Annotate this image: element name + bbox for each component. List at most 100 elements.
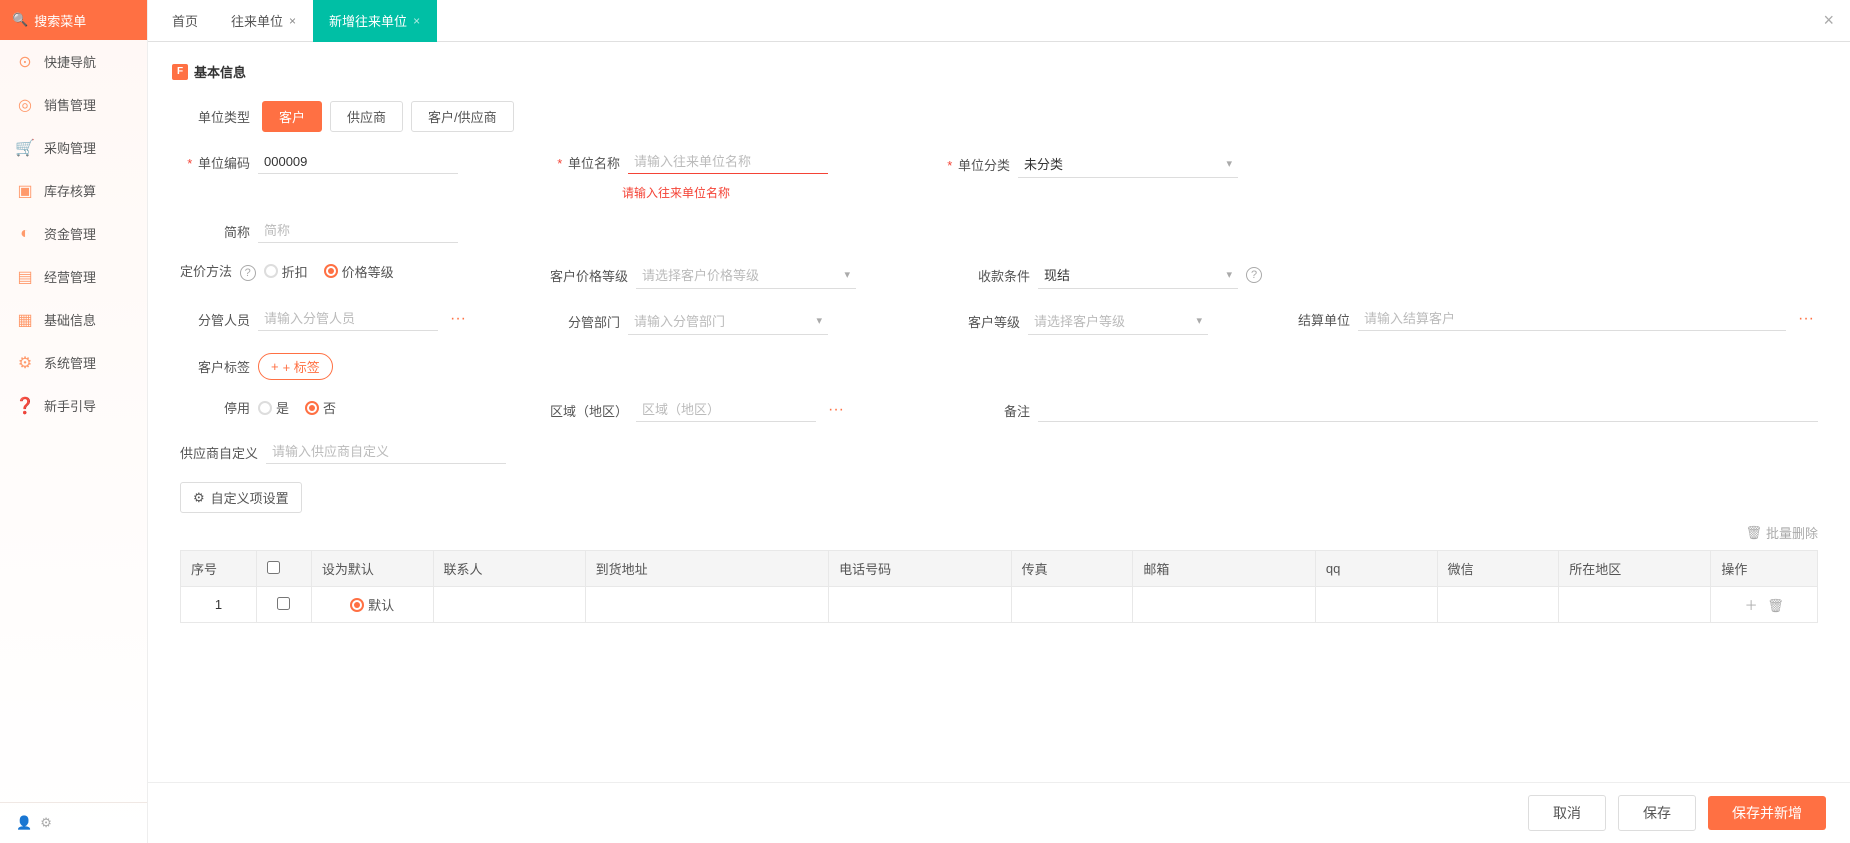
unit-code-input[interactable] <box>258 150 458 174</box>
th-region: 所在地区 <box>1559 551 1711 587</box>
remark-input[interactable] <box>1038 398 1818 422</box>
sidebar: 🔍 搜索菜单 ⊙ 快捷导航 ◎ 销售管理 🛒 采购管理 ▣ 库存核算 ◐ 资金管… <box>0 0 148 843</box>
custom-settings-button[interactable]: ⚙ 自定义项设置 <box>180 482 302 513</box>
add-tag-button[interactable]: + + 标签 <box>258 353 333 380</box>
sidebar-item-finance[interactable]: ◐ 资金管理 <box>0 212 147 255</box>
sidebar-item-purchase[interactable]: 🛒 采购管理 <box>0 126 147 169</box>
payment-terms-select[interactable]: 现结 ▾ <box>1038 261 1238 289</box>
customer-level-select[interactable]: 请选择客户等级 ▾ <box>1028 307 1208 335</box>
th-action: 操作 <box>1711 551 1818 587</box>
tag-label: + 标签 <box>283 357 320 376</box>
sidebar-item-sales[interactable]: ◎ 销售管理 <box>0 83 147 126</box>
customer-price-level-select[interactable]: 请选择客户价格等级 ▾ <box>636 261 856 289</box>
unit-code-label: * 单位编码 <box>180 153 250 172</box>
supplier-custom-row: 供应商自定义 <box>180 440 1818 464</box>
td-default: 默认 <box>311 587 433 623</box>
region-input[interactable] <box>636 398 816 422</box>
short-name-input[interactable] <box>258 219 458 243</box>
tab-new-partner-close[interactable]: × <box>413 14 420 28</box>
th-wechat: 微信 <box>1437 551 1559 587</box>
region-more-btn[interactable]: ··· <box>824 401 848 419</box>
customer-tag-row: 客户标签 + + 标签 <box>180 353 1818 380</box>
th-seq: 序号 <box>181 551 257 587</box>
manager-group: 分管人员 ··· <box>180 307 520 331</box>
pricing-info-icon[interactable]: ? <box>240 265 256 281</box>
tab-home-label: 首页 <box>172 11 198 30</box>
sidebar-item-system[interactable]: ⚙ 系统管理 <box>0 341 147 384</box>
customer-tag-group: 客户标签 + + 标签 <box>180 353 1818 380</box>
tab-new-partner[interactable]: 新增往来单位 × <box>313 0 437 42</box>
save-button[interactable]: 保存 <box>1618 795 1696 831</box>
manager-more-btn[interactable]: ··· <box>446 310 470 328</box>
department-label: 分管部门 <box>550 312 620 331</box>
sidebar-item-quick-nav[interactable]: ⊙ 快捷导航 <box>0 40 147 83</box>
btn-supplier[interactable]: 供应商 <box>330 101 403 132</box>
th-contact: 联系人 <box>433 551 585 587</box>
settlement-unit-more-btn[interactable]: ··· <box>1794 310 1818 328</box>
department-select[interactable]: 请输入分管部门 ▾ <box>628 307 828 335</box>
row-default-radio[interactable]: 默认 <box>322 595 423 614</box>
supplier-custom-input[interactable] <box>266 440 506 464</box>
save-new-button[interactable]: 保存并新增 <box>1708 796 1826 830</box>
sidebar-bottom: 👤 ⚙ <box>0 802 147 843</box>
radio-price-level[interactable]: 价格等级 <box>324 262 394 281</box>
unit-type-group: 单位类型 客户 供应商 客户/供应商 <box>180 101 514 132</box>
td-phone <box>829 587 1012 623</box>
chevron-down-icon: ▾ <box>1226 157 1232 170</box>
supplier-custom-group: 供应商自定义 <box>180 440 580 464</box>
finance-icon: ◐ <box>16 225 34 243</box>
sidebar-search[interactable]: 🔍 搜索菜单 <box>0 0 147 40</box>
td-region <box>1559 587 1711 623</box>
settlement-unit-label: 结算单位 <box>1280 310 1350 329</box>
manager-row: 分管人员 ··· 分管部门 请输入分管部门 ▾ 客户等级 请选择客户等级 <box>180 307 1818 335</box>
sidebar-label-purchase: 采购管理 <box>44 138 96 157</box>
section-icon: F <box>172 64 188 80</box>
tab-partners[interactable]: 往来单位 × <box>215 0 313 42</box>
radio-discount[interactable]: 折扣 <box>264 262 308 281</box>
sidebar-item-inventory[interactable]: ▣ 库存核算 <box>0 169 147 212</box>
gear-icon: ⚙ <box>193 490 205 506</box>
cancel-button[interactable]: 取消 <box>1528 795 1606 831</box>
radio-price-level-label: 价格等级 <box>342 262 394 281</box>
btn-customer[interactable]: 客户 <box>262 101 322 132</box>
customer-price-level-placeholder: 请选择客户价格等级 <box>642 265 840 284</box>
manager-input[interactable] <box>258 307 438 331</box>
tag-plus-icon: + <box>271 359 279 374</box>
unit-category-label: * 单位分类 <box>940 155 1010 174</box>
chevron-down-icon3: ▾ <box>1226 268 1232 281</box>
guide-icon: ❓ <box>16 397 34 415</box>
payment-info-icon[interactable]: ? <box>1246 267 1262 283</box>
sidebar-item-operation[interactable]: ▤ 经营管理 <box>0 255 147 298</box>
settlement-unit-group: 结算单位 ··· <box>1280 307 1818 331</box>
code-name-row: * 单位编码 * 单位名称 请输入往来单位名称 <box>180 150 1818 201</box>
batch-delete-button[interactable]: 🗑 批量删除 <box>1745 523 1818 542</box>
radio-yes-label: 是 <box>276 398 289 417</box>
tab-home[interactable]: 首页 <box>156 0 215 42</box>
sidebar-item-basic[interactable]: ▦ 基础信息 <box>0 298 147 341</box>
radio-yes[interactable]: 是 <box>258 398 289 417</box>
unit-name-label: * 单位名称 <box>550 153 620 172</box>
radio-no[interactable]: 否 <box>305 398 336 417</box>
settlement-unit-input[interactable] <box>1358 307 1786 331</box>
td-check <box>257 587 312 623</box>
department-group: 分管部门 请输入分管部门 ▾ <box>550 307 920 335</box>
section-title: 基本信息 <box>194 62 246 81</box>
row-checkbox[interactable] <box>277 597 290 610</box>
tab-partners-label: 往来单位 <box>231 11 283 30</box>
btn-both[interactable]: 客户/供应商 <box>411 101 514 132</box>
sidebar-search-label: 搜索菜单 <box>34 11 86 30</box>
sidebar-item-guide[interactable]: ❓ 新手引导 <box>0 384 147 427</box>
tab-partners-close[interactable]: × <box>289 14 296 28</box>
remark-group: 备注 <box>960 398 1818 422</box>
system-icon: ⚙ <box>16 354 34 372</box>
batch-delete-label: 批量删除 <box>1766 523 1818 542</box>
th-default: 设为默认 <box>311 551 433 587</box>
unit-category-select[interactable]: 未分类 ▾ <box>1018 150 1238 178</box>
delete-row-icon[interactable]: 🗑 <box>1767 598 1784 613</box>
tab-bar-global-close[interactable]: × <box>1815 10 1842 31</box>
select-all-checkbox[interactable] <box>267 561 280 574</box>
table-header-row: 序号 设为默认 联系人 到货地址 电话号码 传真 邮箱 qq 微信 所在地区 <box>181 551 1818 587</box>
add-row-icon[interactable]: ＋ <box>1745 598 1758 613</box>
unit-name-input[interactable] <box>628 150 828 174</box>
purchase-icon: 🛒 <box>16 139 34 157</box>
